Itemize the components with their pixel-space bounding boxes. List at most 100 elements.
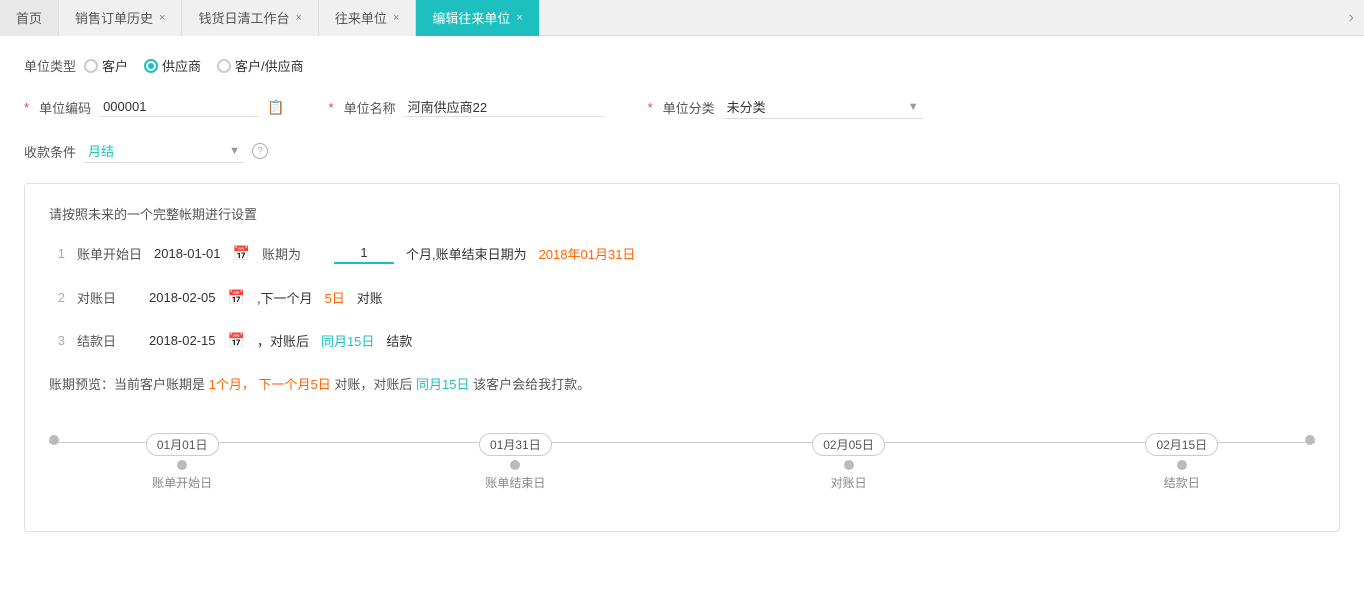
tab-edit-partner[interactable]: 编辑往来单位 ×: [416, 0, 539, 36]
timeline-node-3: 02月05日 对账日: [812, 433, 885, 491]
tab-partner[interactable]: 往来单位 ×: [319, 0, 416, 36]
row-1-end-date: 2018年01月31日: [539, 244, 636, 263]
panel-row-2: 2 对账日 2018-02-05 📅 ,下一个月 5日 对账: [49, 288, 1315, 307]
row-3-prefix: ，对账后: [257, 331, 309, 350]
unit-category-value: 未分类: [727, 97, 766, 116]
unit-code-input[interactable]: [99, 97, 259, 117]
tab-home-label: 首页: [16, 8, 42, 27]
tab-cash-workbench-label: 钱货日清工作台: [198, 8, 289, 27]
timeline-node-2: 01月31日 账单结束日: [479, 433, 552, 491]
timeline-node-1: 01月01日 账单开始日: [146, 433, 219, 491]
node-1-label: 账单开始日: [152, 474, 212, 491]
radio-customer[interactable]: 客户: [84, 56, 128, 75]
tab-cash-workbench[interactable]: 钱货日清工作台 ×: [182, 0, 318, 36]
radio-supplier[interactable]: 供应商: [144, 56, 201, 75]
unit-type-label: 单位类型: [24, 56, 76, 75]
row-1-mid-label: 账期为: [262, 244, 322, 263]
node-2-label: 账单结束日: [485, 474, 545, 491]
row-1-suffix: 个月,账单结束日期为: [406, 244, 527, 263]
tab-sales-history[interactable]: 销售订单历史 ×: [59, 0, 182, 36]
tab-partner-label: 往来单位: [335, 8, 387, 27]
unit-category-label: 单位分类: [663, 98, 715, 117]
radio-both[interactable]: 客户/供应商: [217, 56, 304, 75]
radio-supplier-label: 供应商: [162, 56, 201, 75]
row-2-num: 2: [49, 290, 65, 305]
tab-sales-history-label: 销售订单历史: [75, 8, 153, 27]
unit-type-row: 单位类型 客户 供应商 客户/供应商: [24, 56, 1340, 75]
unit-name-label: 单位名称: [344, 98, 396, 117]
preview-suffix: 该客户会给我打款。: [473, 377, 590, 392]
node-4-dot: [1177, 460, 1187, 470]
panel-row-3: 3 结款日 2018-02-15 📅 ，对账后 同月15日 结款: [49, 331, 1315, 350]
preview-prefix: 账期预览：当前客户账期是: [49, 377, 205, 392]
row-3-num: 3: [49, 333, 65, 348]
preview-part3: 同月15日: [416, 377, 469, 392]
tab-bar: 首页 销售订单历史 × 钱货日清工作台 × 往来单位 × 编辑往来单位 × ›: [0, 0, 1364, 36]
unit-code-star: *: [24, 100, 29, 115]
node-3-label: 对账日: [831, 474, 867, 491]
row-3-highlight: 同月15日: [321, 331, 374, 350]
radio-supplier-circle: [144, 59, 158, 73]
node-3-pill: 02月05日: [812, 433, 885, 456]
tab-edit-partner-label: 编辑往来单位: [432, 8, 510, 27]
preview-text: 账期预览：当前客户账期是 1个月， 下一个月5日 对账，对账后 同月15日 该客…: [49, 374, 1315, 393]
node-2-pill: 01月31日: [479, 433, 552, 456]
unit-name-group: * 单位名称: [329, 97, 604, 117]
panel-title: 请按照未来的一个完整帐期进行设置: [49, 204, 1315, 223]
timeline-left-dot: [49, 435, 59, 445]
row-2-highlight: 5日: [325, 288, 345, 307]
node-3-dot: [844, 460, 854, 470]
unit-code-calendar-icon[interactable]: 📋: [267, 99, 284, 116]
row-1-calendar-icon[interactable]: 📅: [233, 245, 250, 262]
payment-terms-row: 收款条件 月结 ▼ ?: [24, 139, 1340, 163]
unit-type-group: 单位类型 客户 供应商 客户/供应商: [24, 56, 304, 75]
help-icon[interactable]: ?: [252, 143, 268, 159]
tab-home[interactable]: 首页: [0, 0, 59, 36]
row-3-calendar-icon[interactable]: 📅: [228, 332, 245, 349]
row-3-label: 结款日: [77, 331, 137, 350]
row-2-date: 2018-02-05: [149, 290, 216, 305]
row-2-prefix: ,下一个月: [257, 288, 313, 307]
radio-group: 客户 供应商 客户/供应商: [84, 56, 304, 75]
close-sales-history[interactable]: ×: [159, 12, 165, 24]
timeline-right-dot: [1305, 435, 1315, 445]
unit-category-star: *: [648, 100, 653, 115]
row-1-label: 账单开始日: [77, 244, 142, 263]
radio-both-circle: [217, 59, 231, 73]
node-1-dot: [177, 460, 187, 470]
unit-category-group: * 单位分类 未分类 ▼: [648, 95, 923, 119]
row-2-suffix: 对账: [357, 288, 383, 307]
close-edit-partner[interactable]: ×: [516, 12, 522, 24]
unit-code-label: 单位编码: [39, 98, 91, 117]
tab-more-button[interactable]: ›: [1339, 9, 1364, 27]
row-2-label: 对账日: [77, 288, 137, 307]
payment-terms-arrow-icon: ▼: [229, 145, 240, 157]
node-4-label: 结款日: [1164, 474, 1200, 491]
radio-customer-circle: [84, 59, 98, 73]
preview-mid: 对账，对账后: [334, 377, 412, 392]
node-1-pill: 01月01日: [146, 433, 219, 456]
unit-category-select[interactable]: 未分类 ▼: [723, 95, 923, 119]
payment-terms-select[interactable]: 月结 ▼: [84, 139, 244, 163]
period-input[interactable]: [334, 243, 394, 264]
preview-part1: 1个月，: [209, 377, 255, 392]
row-2-calendar-icon[interactable]: 📅: [228, 289, 245, 306]
unit-name-star: *: [329, 100, 334, 115]
unit-code-group: * 单位编码 📋: [24, 97, 285, 117]
row-3-suffix: 结款: [386, 331, 412, 350]
unit-category-arrow-icon: ▼: [908, 101, 919, 113]
unit-name-input[interactable]: [404, 97, 604, 117]
node-2-dot: [510, 460, 520, 470]
radio-both-label: 客户/供应商: [235, 56, 304, 75]
radio-customer-label: 客户: [102, 56, 128, 75]
payment-terms-label: 收款条件: [24, 142, 76, 161]
close-cash-workbench[interactable]: ×: [295, 12, 301, 24]
row-1-date: 2018-01-01: [154, 246, 221, 261]
timeline-nodes: 01月01日 账单开始日 01月31日 账单结束日 02月05日 对账日: [49, 433, 1315, 491]
close-partner[interactable]: ×: [393, 12, 399, 24]
timeline-node-4: 02月15日 结款日: [1145, 433, 1218, 491]
unit-info-row: * 单位编码 📋 * 单位名称 * 单位分类 未分类 ▼: [24, 95, 1340, 119]
timeline: 01月01日 账单开始日 01月31日 账单结束日 02月05日 对账日: [49, 413, 1315, 511]
node-4-pill: 02月15日: [1145, 433, 1218, 456]
row-1-num: 1: [49, 246, 65, 261]
